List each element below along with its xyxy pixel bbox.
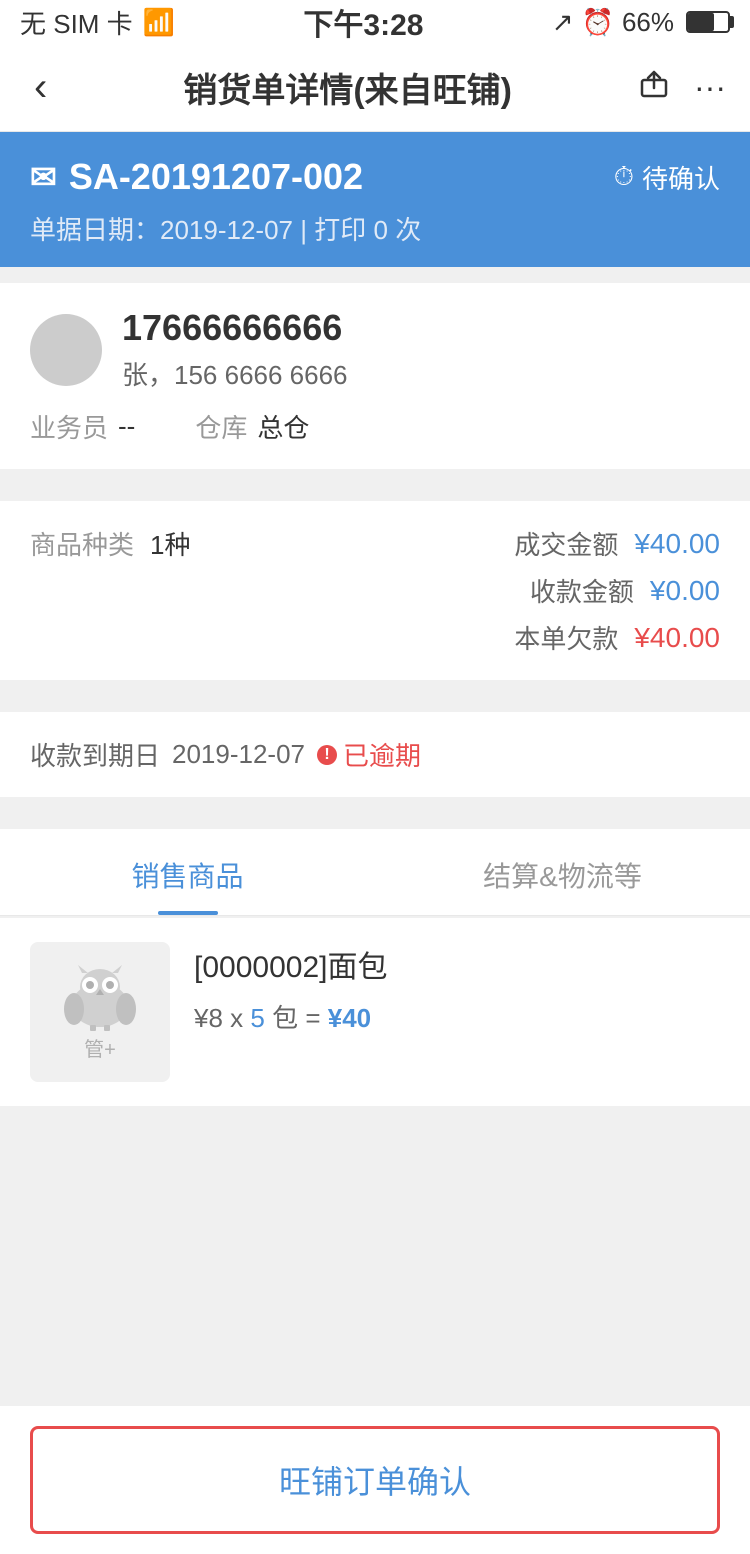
overdue-icon: !	[317, 745, 337, 765]
brand-plus-text: 管+	[84, 1033, 116, 1062]
page-title: 销货单详情(来自旺铺)	[183, 63, 512, 112]
product-info: [0000002]面包 ¥8 x 5 包 = ¥40	[194, 942, 720, 1035]
divider-2	[0, 680, 750, 696]
product-kind-row: 商品种类 1种	[30, 525, 190, 562]
status-carrier: 无 SIM 卡 📶	[20, 4, 175, 41]
customer-phone: 17666666666	[122, 307, 348, 349]
order-header: ✉ SA-20191207-002 ⏱ 待确认 单据日期：2019-12-07 …	[0, 132, 750, 267]
empty-content-area	[0, 1106, 750, 1406]
summary-left: 商品种类 1种	[30, 525, 190, 562]
tab-sales-label: 销售商品	[131, 861, 243, 892]
order-status: ⏱ 待确认	[614, 159, 720, 196]
product-multiply: x	[230, 1003, 250, 1033]
warehouse-value: 总仓	[257, 408, 309, 445]
product-title: 面包	[327, 951, 387, 984]
order-date-sep: |	[300, 215, 307, 245]
battery-percent: 66%	[622, 7, 674, 38]
product-unit: 包	[272, 1003, 298, 1033]
battery-fill	[688, 13, 714, 31]
print-unit: 次	[395, 215, 421, 245]
status-time: 下午3:28	[303, 0, 423, 44]
order-id-row: ✉ SA-20191207-002 ⏱ 待确认	[30, 156, 720, 198]
product-name: [0000002]面包	[194, 942, 720, 986]
product-price: ¥8	[194, 1003, 223, 1033]
amount-row-1: 收款金额 ¥0.00	[530, 572, 720, 609]
status-right: ↗ ⏰ 66%	[552, 7, 730, 38]
product-kind-value: 1种	[150, 525, 190, 562]
product-section: 管+ [0000002]面包 ¥8 x 5 包 = ¥40	[0, 918, 750, 1106]
customer-row: 17666666666 张，156 6666 6666	[30, 307, 720, 392]
customer-name: 张，156 6666 6666	[122, 355, 348, 392]
status-clock-icon: ⏱	[614, 161, 634, 193]
nav-right-actions: ···	[638, 68, 726, 108]
due-date-section: 收款到期日 2019-12-07 ! 已逾期	[0, 712, 750, 797]
wangpu-confirm-button[interactable]: 旺铺订单确认	[30, 1426, 720, 1534]
bottom-bar: 旺铺订单确认	[0, 1406, 750, 1554]
customer-section: 17666666666 张，156 6666 6666 业务员 -- 仓库 总仓	[0, 283, 750, 469]
battery-icon	[686, 11, 730, 33]
back-button[interactable]: ‹	[24, 55, 57, 120]
wifi-icon: 📶	[143, 7, 175, 38]
salesperson-value: --	[118, 411, 135, 442]
order-date-label: 单据日期：	[30, 215, 160, 245]
amount-label-2: 本单欠款	[514, 619, 618, 656]
due-date-label: 收款到期日	[30, 736, 160, 773]
product-thumb-inner: 管+	[60, 963, 140, 1062]
carrier-text: 无 SIM 卡	[20, 4, 133, 41]
amount-value-2: ¥40.00	[634, 622, 720, 654]
tabs-section: 销售商品 结算&物流等	[0, 829, 750, 916]
salesperson-label: 业务员	[30, 408, 108, 445]
alarm-icon: ⏰	[582, 7, 614, 38]
status-text: 待确认	[642, 159, 720, 196]
nav-bar: ‹ 销货单详情(来自旺铺) ···	[0, 44, 750, 132]
location-icon: ↗	[552, 7, 574, 38]
order-icon: ✉	[30, 158, 57, 196]
product-equals: =	[305, 1003, 327, 1033]
amount-label-0: 成交金额	[514, 525, 618, 562]
tab-sales-products[interactable]: 销售商品	[0, 829, 375, 915]
product-code: [0000002]	[194, 951, 327, 984]
customer-info: 17666666666 张，156 6666 6666	[122, 307, 348, 392]
product-total: ¥40	[328, 1003, 371, 1033]
status-bar: 无 SIM 卡 📶 下午3:28 ↗ ⏰ 66%	[0, 0, 750, 44]
more-button[interactable]: ···	[694, 69, 726, 106]
order-date-value: 2019-12-07	[160, 215, 293, 245]
amount-row-2: 本单欠款 ¥40.00	[514, 619, 720, 656]
tab-settlement[interactable]: 结算&物流等	[375, 829, 750, 915]
print-count: 0	[374, 215, 388, 245]
summary-section: 商品种类 1种 成交金额 ¥40.00 收款金额 ¥0.00 本单欠款 ¥40.…	[0, 501, 750, 680]
print-label: 打印	[314, 215, 366, 245]
overdue-badge: ! 已逾期	[317, 736, 421, 773]
divider-1	[0, 469, 750, 485]
order-id-text: SA-20191207-002	[69, 156, 363, 198]
customer-meta: 业务员 -- 仓库 总仓	[30, 408, 720, 445]
product-thumbnail: 管+	[30, 942, 170, 1082]
tab-settlement-label: 结算&物流等	[483, 861, 642, 892]
amount-value-1: ¥0.00	[650, 575, 720, 607]
customer-avatar	[30, 314, 102, 386]
amount-label-1: 收款金额	[530, 572, 634, 609]
product-price-row: ¥8 x 5 包 = ¥40	[194, 998, 720, 1035]
summary-right: 成交金额 ¥40.00 收款金额 ¥0.00 本单欠款 ¥40.00	[514, 525, 720, 656]
amount-row-0: 成交金额 ¥40.00	[514, 525, 720, 562]
salesperson-field: 业务员 --	[30, 408, 135, 445]
amount-value-0: ¥40.00	[634, 528, 720, 560]
order-id: ✉ SA-20191207-002	[30, 156, 363, 198]
warehouse-field: 仓库 总仓	[195, 408, 309, 445]
order-date: 单据日期：2019-12-07 | 打印 0 次	[30, 210, 720, 247]
share-button[interactable]	[638, 68, 670, 108]
warehouse-label: 仓库	[195, 408, 247, 445]
product-qty: 5	[250, 1003, 264, 1033]
due-date-value: 2019-12-07	[172, 739, 305, 770]
divider-3	[0, 797, 750, 813]
overdue-text: 已逾期	[343, 736, 421, 773]
product-kind-label: 商品种类	[30, 525, 134, 562]
